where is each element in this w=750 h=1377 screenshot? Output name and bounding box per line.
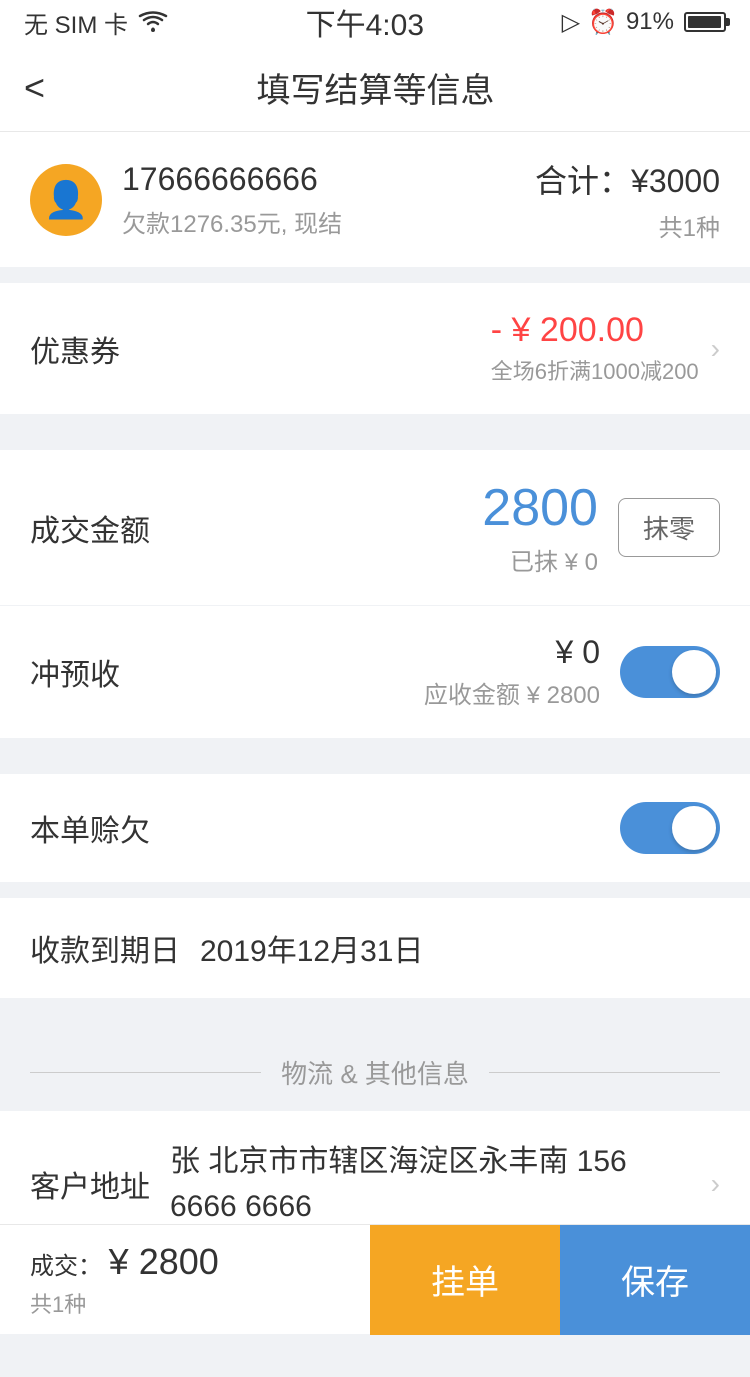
customer-total: 合计：¥3000 共1种 bbox=[535, 156, 720, 243]
coupon-row[interactable]: 优惠券 - ¥ 200.00 全场6折满1000减200 › bbox=[0, 283, 750, 414]
total-amount: 合计：¥3000 bbox=[535, 156, 720, 202]
hold-button[interactable]: 挂单 bbox=[370, 1225, 560, 1335]
pre-receive-sub: 应收金额 ¥ 2800 bbox=[424, 675, 600, 710]
logistics-divider: 物流 & 其他信息 bbox=[0, 1034, 750, 1111]
deal-amount-section: 成交金额 2800 已抹 ¥ 0 抹零 冲预收 ¥ 0 应收金额 ¥ 2800 bbox=[0, 450, 750, 738]
due-date-row: 收款到期日 2019年12月31日 bbox=[0, 898, 750, 998]
avatar-icon: 👤 bbox=[44, 179, 89, 221]
pre-receive-toggle[interactable] bbox=[620, 646, 720, 698]
avatar: 👤 bbox=[30, 164, 102, 236]
deal-amount-label: 成交金额 bbox=[30, 506, 150, 550]
deal-amount-row: 成交金额 2800 已抹 ¥ 0 抹零 bbox=[0, 450, 750, 606]
coupon-chevron-icon: › bbox=[711, 333, 720, 365]
address-value: 张 北京市市辖区海淀区永丰南 156 6666 6666 bbox=[170, 1139, 701, 1229]
bottom-deal-row: 成交： ¥ 2800 bbox=[30, 1241, 340, 1283]
bottom-deal-amount: ¥ 2800 bbox=[109, 1241, 219, 1282]
deal-amount-right: 2800 已抹 ¥ 0 抹零 bbox=[482, 478, 720, 577]
pre-receive-label: 冲预收 bbox=[30, 650, 120, 694]
page-title: 填写结算等信息 bbox=[65, 63, 686, 112]
debt-toggle[interactable] bbox=[620, 802, 720, 854]
pre-receive-right: ¥ 0 应收金额 ¥ 2800 bbox=[424, 634, 720, 710]
address-chevron-icon: › bbox=[711, 1168, 720, 1200]
bottom-deal-label: 成交： bbox=[30, 1253, 102, 1280]
gray-divider-2 bbox=[0, 754, 750, 774]
nav-bar: < 填写结算等信息 bbox=[0, 44, 750, 132]
pre-receive-toggle-knob bbox=[672, 650, 716, 694]
back-button[interactable]: < bbox=[24, 57, 65, 119]
debt-row: 本单赊欠 bbox=[0, 774, 750, 882]
debt-toggle-knob bbox=[672, 806, 716, 850]
location-icon: ▷ bbox=[562, 8, 580, 37]
main-content: 👤 17666666666 欠款1276.35元, 现结 合计：¥3000 共1… bbox=[0, 132, 750, 1377]
deal-amount-value: 2800 bbox=[482, 478, 598, 538]
gray-divider-3 bbox=[0, 1014, 750, 1034]
battery-icon bbox=[684, 12, 726, 32]
logistics-text: 物流 & 其他信息 bbox=[281, 1054, 469, 1091]
customer-info: 17666666666 欠款1276.35元, 现结 bbox=[122, 161, 535, 239]
divider-line-right bbox=[489, 1072, 720, 1073]
pre-receive-amount: ¥ 0 bbox=[424, 634, 600, 671]
customer-debt: 欠款1276.35元, 现结 bbox=[122, 204, 535, 239]
coupon-discount: - ¥ 200.00 bbox=[491, 311, 699, 350]
due-date-value: 2019年12月31日 bbox=[200, 926, 423, 970]
status-bar: 无 SIM 卡 下午4:03 ▷ ⏰ 91% bbox=[0, 0, 750, 44]
total-count: 共1种 bbox=[535, 208, 720, 243]
bottom-summary: 成交： ¥ 2800 共1种 bbox=[0, 1241, 370, 1319]
save-button[interactable]: 保存 bbox=[560, 1225, 750, 1335]
due-date-label: 收款到期日 bbox=[30, 926, 180, 970]
status-right: ▷ ⏰ 91% bbox=[562, 8, 726, 37]
customer-phone: 17666666666 bbox=[122, 161, 535, 198]
debt-section: 本单赊欠 bbox=[0, 774, 750, 882]
bottom-bar: 成交： ¥ 2800 共1种 挂单 保存 bbox=[0, 1224, 750, 1334]
pre-receive-row: 冲预收 ¥ 0 应收金额 ¥ 2800 bbox=[0, 606, 750, 738]
address-label: 客户地址 bbox=[30, 1162, 150, 1206]
deal-amount-sub: 已抹 ¥ 0 bbox=[510, 542, 598, 577]
clock-icon: ⏰ bbox=[588, 8, 618, 37]
divider-line-left bbox=[30, 1072, 261, 1073]
debt-label: 本单赊欠 bbox=[30, 806, 150, 850]
customer-card: 👤 17666666666 欠款1276.35元, 现结 合计：¥3000 共1… bbox=[0, 132, 750, 267]
round-zero-button[interactable]: 抹零 bbox=[618, 498, 720, 557]
bottom-count: 共1种 bbox=[30, 1287, 340, 1319]
status-left: 无 SIM 卡 bbox=[24, 5, 168, 40]
status-time: 下午4:03 bbox=[306, 0, 424, 44]
coupon-right: - ¥ 200.00 全场6折满1000减200 › bbox=[491, 311, 720, 386]
battery-percent: 91% bbox=[626, 8, 674, 36]
coupon-label: 优惠券 bbox=[30, 327, 120, 371]
gray-divider-1 bbox=[0, 430, 750, 450]
carrier-text: 无 SIM 卡 bbox=[24, 5, 128, 40]
wifi-icon bbox=[138, 11, 168, 33]
pre-receive-info: ¥ 0 应收金额 ¥ 2800 bbox=[424, 634, 600, 710]
coupon-description: 全场6折满1000减200 bbox=[491, 354, 699, 386]
deal-amount-col: 2800 已抹 ¥ 0 bbox=[482, 478, 598, 577]
